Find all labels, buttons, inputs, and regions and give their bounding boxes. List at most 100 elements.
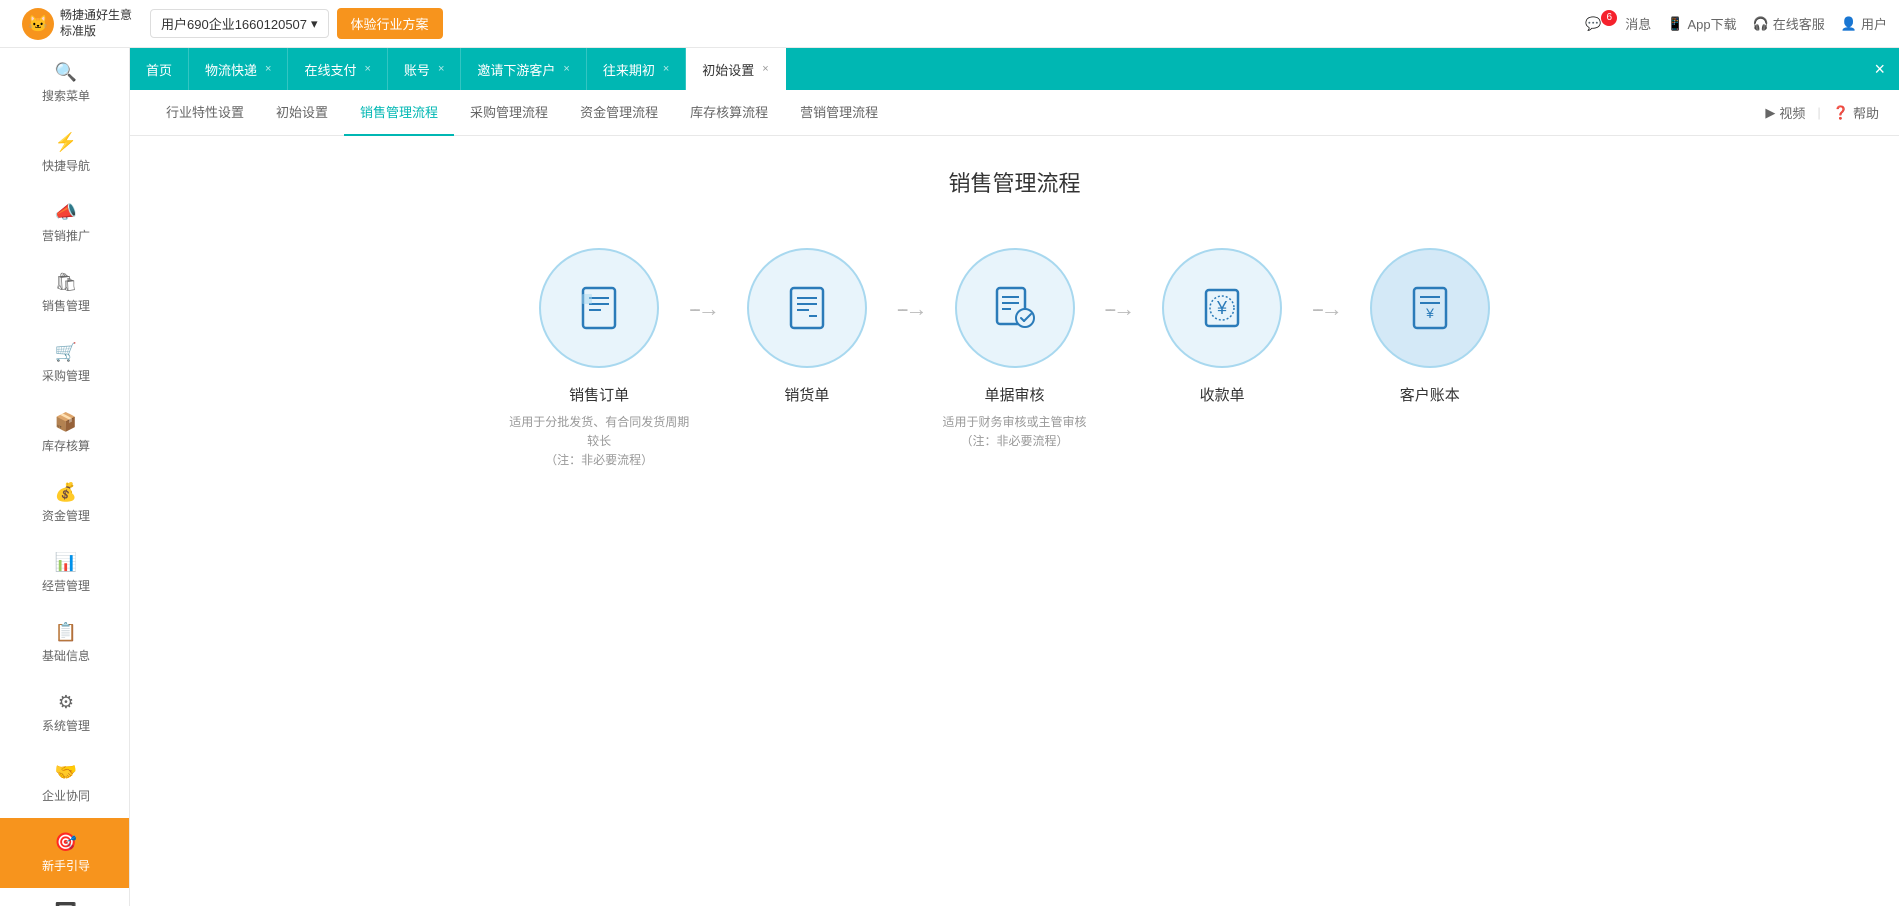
- flow-title-doc-audit: 单据审核: [984, 384, 1044, 405]
- search-icon: 🔍: [55, 62, 77, 83]
- flow-arrow-4: --→: [1312, 248, 1340, 322]
- sidebar-item-enterprise-collab[interactable]: 🤝 企业协同: [0, 748, 129, 818]
- flow-circle-receipt: ¥: [1162, 248, 1282, 368]
- sidebar-item-basic-info[interactable]: 📋 基础信息: [0, 608, 129, 678]
- sidebar-label-basic-info: 基础信息: [42, 647, 90, 664]
- video-link[interactable]: ▶ 视频: [1765, 103, 1805, 122]
- nav-tab-logistics[interactable]: 物流快递 ×: [189, 48, 288, 90]
- sidebar-label-sales-mgmt: 销售管理: [42, 297, 90, 314]
- sidebar-item-purchase-mgmt[interactable]: 🛒 采购管理: [0, 328, 129, 398]
- sub-tab-right-actions: ▶ 视频 | ❓ 帮助: [1765, 103, 1879, 122]
- flow-item-customer-ledger: ¥ 客户账本: [1340, 248, 1520, 413]
- top-bar-left: 🐱 畅捷通好生意 标准版 用户690企业1660120507 ▾ 体验行业方案: [12, 0, 443, 48]
- page-title: 销售管理流程: [170, 166, 1859, 198]
- nav-close-all-button[interactable]: ×: [1860, 59, 1899, 80]
- sidebar-label-sys-mgmt: 系统管理: [42, 717, 90, 734]
- nav-tab-account[interactable]: 账号 ×: [388, 48, 461, 90]
- sub-tabs: 行业特性设置 初始设置 销售管理流程 采购管理流程 资金管理流程 库存核算流程: [130, 90, 1899, 136]
- flow-title-receipt: 收款单: [1200, 384, 1245, 405]
- online-service-item[interactable]: 🎧 在线客服: [1753, 14, 1825, 33]
- user-selector[interactable]: 用户690企业1660120507 ▾: [150, 9, 329, 38]
- user-avatar-icon: 👤: [1841, 16, 1857, 32]
- message-item[interactable]: 💬 6 消息: [1585, 14, 1651, 33]
- flow-diagram: 销售订单 适用于分批发货、有合同发货周期较长（注：非必要流程） --→: [170, 248, 1859, 471]
- logo-text: 畅捷通好生意 标准版: [60, 8, 132, 39]
- sub-tab-finance-flow[interactable]: 资金管理流程: [564, 90, 674, 136]
- flow-item-receipt: ¥ 收款单: [1132, 248, 1312, 413]
- message-label: 消息: [1625, 14, 1651, 33]
- top-bar: 🐱 畅捷通好生意 标准版 用户690企业1660120507 ▾ 体验行业方案 …: [0, 0, 1899, 48]
- arrow-icon-1: --→: [689, 296, 717, 322]
- nav-tab-initial-setup-close[interactable]: ×: [762, 63, 768, 75]
- flow-title-customer-ledger: 客户账本: [1400, 384, 1460, 405]
- sidebar-label-marketing-promo: 营销推广: [42, 227, 90, 244]
- flow-title-sales-order: 销售订单: [569, 384, 629, 405]
- sidebar-item-sales-mgmt[interactable]: 🛍 销售管理: [0, 258, 129, 328]
- nav-tab-online-pay[interactable]: 在线支付 ×: [288, 48, 387, 90]
- main-layout: 🔍 搜索菜单 ⚡ 快捷导航 📣 营销推广 🛍 销售管理 🛒 采购管理 📦: [0, 48, 1899, 906]
- flow-circle-sales-invoice: [747, 248, 867, 368]
- sub-tab-marketing-flow[interactable]: 营销管理流程: [784, 90, 894, 136]
- sub-tab-inventory-calc-flow-label: 库存核算流程: [690, 102, 768, 121]
- sidebar-label-finance-mgmt: 资金管理: [42, 507, 90, 524]
- svg-text:¥: ¥: [1216, 298, 1228, 318]
- sidebar-label-search: 搜索菜单: [42, 87, 90, 104]
- nav-tab-logistics-close[interactable]: ×: [265, 63, 271, 75]
- sidebar-item-finance-mgmt[interactable]: 💰 资金管理: [0, 468, 129, 538]
- sidebar-item-marketing-promo[interactable]: 📣 营销推广: [0, 188, 129, 258]
- nav-tab-period-initial[interactable]: 往来期初 ×: [587, 48, 686, 90]
- nav-tab-initial-setup-label: 初始设置: [702, 60, 754, 79]
- sidebar-label-inventory: 库存核算: [42, 437, 90, 454]
- sub-tab-purchase-flow[interactable]: 采购管理流程: [454, 90, 564, 136]
- chevron-down-icon: ▾: [311, 16, 318, 32]
- logo-line2: 标准版: [60, 24, 132, 40]
- sidebar-item-app-center[interactable]: 🔲 应用中心: [0, 888, 129, 906]
- target-icon: 🎯: [55, 832, 77, 853]
- gear-icon: ⚙: [58, 692, 74, 713]
- sub-tab-sales-flow-label: 销售管理流程: [360, 102, 438, 121]
- help-link[interactable]: ❓ 帮助: [1833, 103, 1879, 122]
- nav-tab-online-pay-close[interactable]: ×: [364, 63, 370, 75]
- headset-icon: 🎧: [1753, 16, 1769, 32]
- flow-item-doc-audit: 单据审核 适用于财务审核或主管审核（注：非必要流程）: [925, 248, 1105, 451]
- nav-tab-home[interactable]: 首页: [130, 48, 189, 90]
- trial-button[interactable]: 体验行业方案: [337, 8, 443, 39]
- sub-tab-sales-flow[interactable]: 销售管理流程: [344, 90, 454, 136]
- sub-tab-initial-settings[interactable]: 初始设置: [260, 90, 344, 136]
- handshake-icon: 🤝: [55, 762, 77, 783]
- flow-circle-customer-ledger: ¥: [1370, 248, 1490, 368]
- sub-tab-purchase-flow-label: 采购管理流程: [470, 102, 548, 121]
- content-area: 首页 物流快递 × 在线支付 × 账号 × 邀请下游客户 ×: [130, 48, 1899, 906]
- nav-tab-account-close[interactable]: ×: [438, 63, 444, 75]
- chart-icon: 📊: [55, 552, 77, 573]
- nav-tab-home-label: 首页: [146, 60, 172, 79]
- sub-tab-initial-settings-label: 初始设置: [276, 102, 328, 121]
- sidebar-label-purchase-mgmt: 采购管理: [42, 367, 90, 384]
- nav-tab-invite-downstream-close[interactable]: ×: [563, 63, 569, 75]
- sidebar-label-operations-mgmt: 经营管理: [42, 577, 90, 594]
- flow-circle-doc-audit: [955, 248, 1075, 368]
- sidebar: 🔍 搜索菜单 ⚡ 快捷导航 📣 营销推广 🛍 销售管理 🛒 采购管理 📦: [0, 48, 130, 906]
- user-item[interactable]: 👤 用户: [1841, 14, 1887, 33]
- flow-desc-doc-audit: 适用于财务审核或主管审核（注：非必要流程）: [942, 413, 1086, 451]
- sidebar-item-newbie-guide[interactable]: 🎯 新手引导: [0, 818, 129, 888]
- sidebar-item-quicknav[interactable]: ⚡ 快捷导航: [0, 118, 129, 188]
- app-download-item[interactable]: 📱 App下载: [1667, 14, 1736, 33]
- sidebar-item-search[interactable]: 🔍 搜索菜单: [0, 48, 129, 118]
- sub-tab-industry-settings[interactable]: 行业特性设置: [150, 90, 260, 136]
- clipboard-icon: 📋: [55, 622, 77, 643]
- sub-tab-inventory-calc-flow[interactable]: 库存核算流程: [674, 90, 784, 136]
- nav-tab-period-initial-close[interactable]: ×: [663, 63, 669, 75]
- nav-tab-invite-downstream[interactable]: 邀请下游客户 ×: [461, 48, 586, 90]
- sidebar-label-newbie-guide: 新手引导: [42, 857, 90, 874]
- apps-icon: 🔲: [55, 902, 77, 906]
- flow-arrow-2: --→: [897, 248, 925, 322]
- sidebar-item-sys-mgmt[interactable]: ⚙ 系统管理: [0, 678, 129, 748]
- sidebar-item-inventory[interactable]: 📦 库存核算: [0, 398, 129, 468]
- top-bar-right: 💬 6 消息 📱 App下载 🎧 在线客服 👤 用户: [1585, 14, 1887, 33]
- app-download-label: App下载: [1687, 14, 1736, 33]
- sidebar-item-operations-mgmt[interactable]: 📊 经营管理: [0, 538, 129, 608]
- flash-icon: ⚡: [55, 132, 77, 153]
- nav-tab-initial-setup[interactable]: 初始设置 ×: [686, 48, 785, 90]
- sub-tab-marketing-flow-label: 营销管理流程: [800, 102, 878, 121]
